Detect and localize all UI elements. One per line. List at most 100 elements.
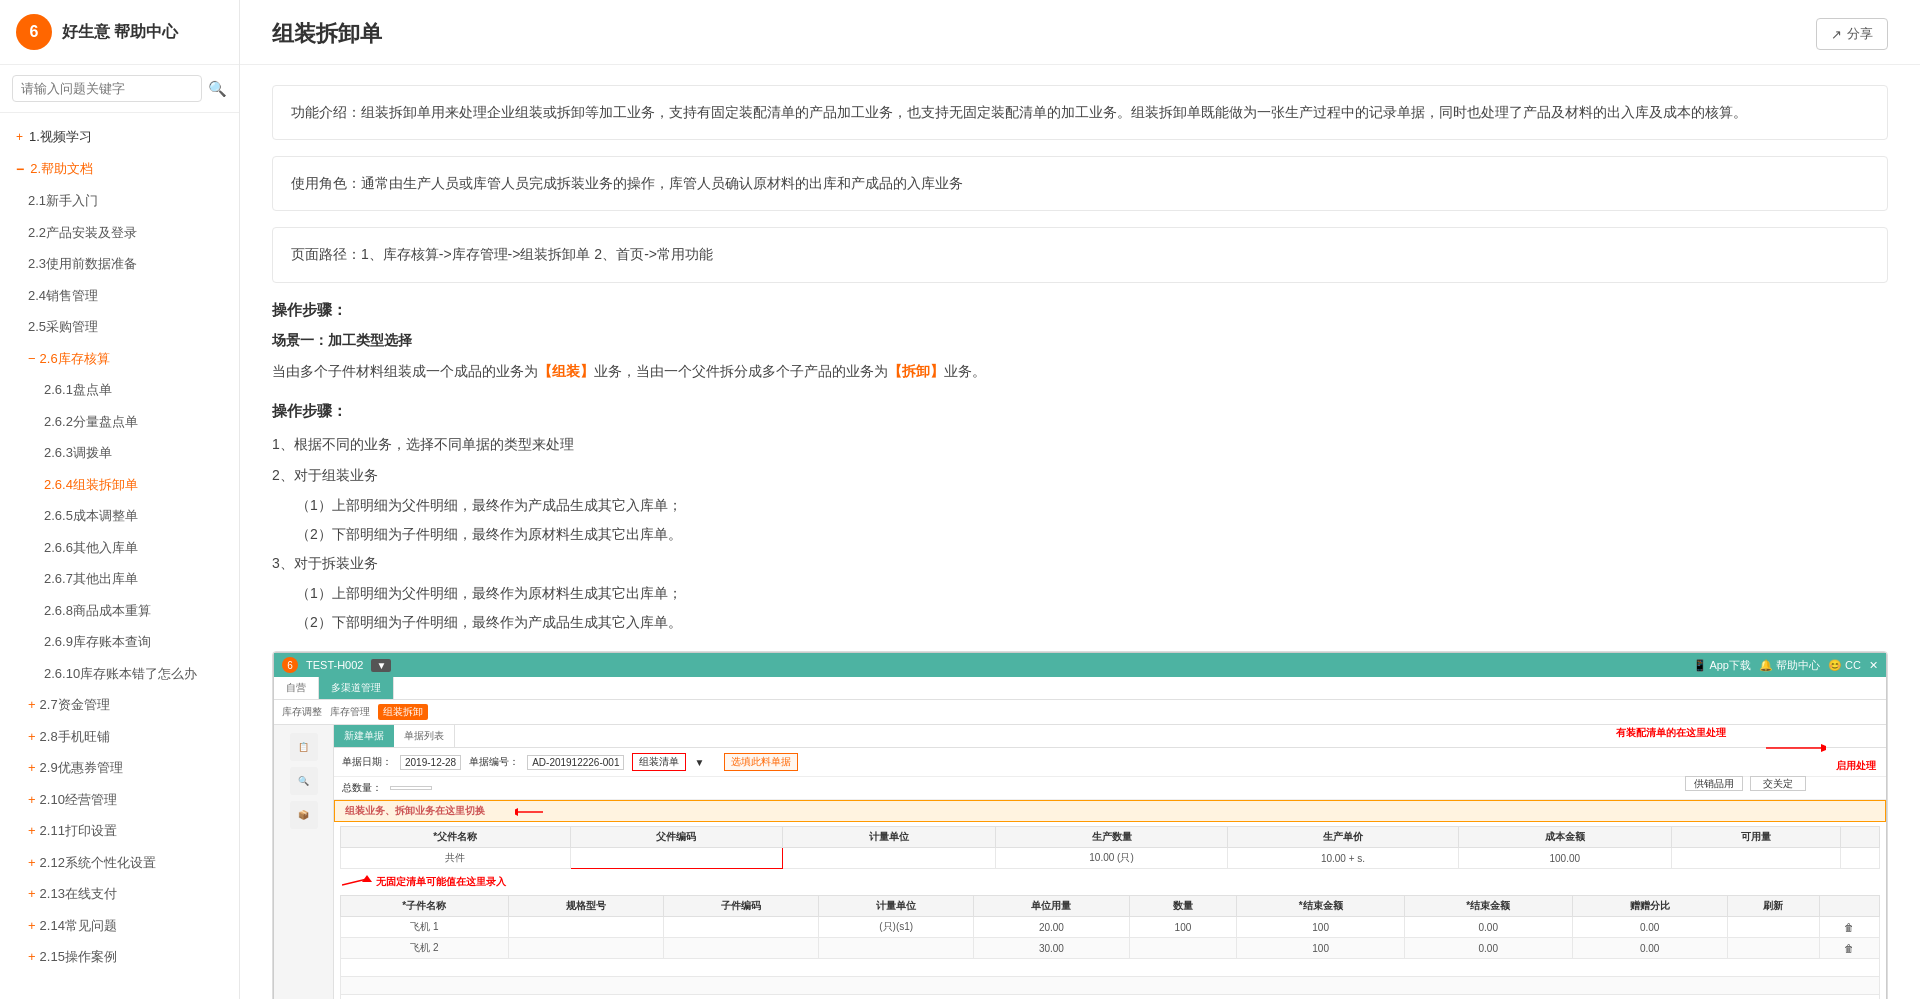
func-intro-text: 功能介绍：组装拆卸单用来处理企业组装或拆卸等加工业务，支持有固定装配清单的产品加… [291, 104, 1747, 120]
mock-form-date-label: 单据日期： [342, 755, 392, 769]
mock-annotated-field[interactable]: 组装清单 [632, 753, 686, 771]
sidebar-item-help-docs[interactable]: − 2.帮助文档 [0, 153, 239, 185]
content-area: 功能介绍：组装拆卸单用来处理企业组装或拆卸等加工业务，支持有固定装配清单的产品加… [240, 65, 1920, 999]
mock-orange-banner: 组装业务、拆卸业务在这里切换 [334, 800, 1886, 822]
mock-annotated-select[interactable]: ▼ [694, 757, 704, 768]
th-cost2: *结束金额 [1404, 896, 1572, 917]
th-qty: 生产数量 [995, 827, 1227, 848]
cell-cost: 100.00 [1458, 848, 1671, 869]
cell-sub-act: 🗑 [1819, 917, 1879, 938]
mock-active-tool[interactable]: 组装拆卸 [378, 704, 428, 720]
page-title: 组装拆卸单 [272, 19, 382, 49]
mock-tab-multi[interactable]: 多渠道管理 [319, 677, 394, 699]
mock-enable-btn[interactable]: 交关定 [1750, 776, 1806, 791]
sidebar-item-personalization[interactable]: +2.12系统个性化设置 [28, 847, 239, 879]
cell-sub-name2: 飞机 2 [341, 938, 509, 959]
search-input[interactable] [12, 75, 202, 102]
mock-enable-input[interactable]: 供销品用 [1685, 776, 1743, 791]
sidebar-item-print[interactable]: +2.11打印设置 [28, 815, 239, 847]
mock-tab-self[interactable]: 自营 [274, 677, 319, 699]
mock-toolbar-label2: 库存管理 [330, 705, 370, 719]
mock-icon-btn-3[interactable]: 📦 [290, 801, 318, 829]
sidebar-item-cost-recalc[interactable]: 2.6.8商品成本重算 [44, 595, 239, 627]
steps-heading: 操作步骤： [272, 402, 1888, 421]
th-sub-name: *子件名称 [341, 896, 509, 917]
mock-form-batchno-label: 单据编号： [469, 755, 519, 769]
mock-sub-tab-list[interactable]: 单据列表 [394, 725, 455, 747]
sidebar-item-partial-stock[interactable]: 2.6.2分量盘点单 [44, 406, 239, 438]
sidebar-item-video[interactable]: + 1.视频学习 [0, 121, 239, 153]
mock-toolbar: 库存调整 库存管理 组装拆卸 [274, 700, 1886, 725]
sidebar-item-mobile[interactable]: +2.8手机旺铺 [28, 721, 239, 753]
cell-sub-unit2 [819, 938, 974, 959]
sidebar-item-faq[interactable]: +2.14常见问题 [28, 910, 239, 942]
cell-ops [1840, 848, 1879, 869]
cell-sub-unit: (只)(s1) [819, 917, 974, 938]
mock-close-btn[interactable]: ✕ [1869, 659, 1878, 672]
sidebar-item-inventory[interactable]: −2.6库存核算 [28, 343, 239, 375]
cell-sub-refresh [1727, 917, 1819, 938]
sidebar-item-ops[interactable]: +2.10经营管理 [28, 784, 239, 816]
sidebar-item-online-pay[interactable]: +2.13在线支付 [28, 878, 239, 910]
step3b: （2）下部明细为子件明细，最终作为产成品生成其它入库单。 [272, 609, 1888, 636]
nav-sub-inventory: 2.6.1盘点单 2.6.2分量盘点单 2.6.3调拨单 2.6.4组装拆卸单 … [28, 374, 239, 689]
page-path-block: 页面路径：1、库存核算->库存管理->组装拆卸单 2、首页->常用功能 [272, 227, 1888, 282]
sidebar-item-finance[interactable]: +2.7资金管理 [28, 689, 239, 721]
cell-sub-name: 飞机 1 [341, 917, 509, 938]
mock-upper-table: *父件名称 父件编码 计量单位 生产数量 生产单价 成本金额 可用量 [340, 826, 1880, 869]
sidebar-item-other-inbound[interactable]: 2.6.6其他入库单 [44, 532, 239, 564]
mock-icon-btn-2[interactable]: 🔍 [290, 767, 318, 795]
mock-qty-label: 总数量： [342, 781, 382, 795]
sidebar-item-cases[interactable]: +2.15操作案例 [28, 941, 239, 973]
sidebar-item-assembly[interactable]: 2.6.4组装拆卸单 [44, 469, 239, 501]
cell-price: 10.00 + s. [1228, 848, 1459, 869]
sidebar-item-purchase[interactable]: 2.5采购管理 [28, 311, 239, 343]
sidebar-item-install[interactable]: 2.2产品安装及登录 [28, 217, 239, 249]
sidebar-item-beginner[interactable]: 2.1新手入门 [28, 185, 239, 217]
mock-app-name: TEST-H002 [306, 659, 363, 671]
sidebar-item-stock-ledger[interactable]: 2.6.9库存账本查询 [44, 626, 239, 658]
mock-icon-btn-1[interactable]: 📋 [290, 733, 318, 761]
mock-upper-table-wrap: *父件名称 父件编码 计量单位 生产数量 生产单价 成本金额 可用量 [334, 822, 1886, 873]
sidebar-item-transfer[interactable]: 2.6.3调拨单 [44, 437, 239, 469]
sidebar-item-stocktake[interactable]: 2.6.1盘点单 [44, 374, 239, 406]
disassembly-label: 【拆卸】 [888, 363, 944, 379]
th-num: 数量 [1129, 896, 1237, 917]
table-row: 飞机 2 30.00 100 0.00 0.00 [341, 938, 1880, 959]
func-intro-block: 功能介绍：组装拆卸单用来处理企业组装或拆卸等加工业务，支持有固定装配清单的产品加… [272, 85, 1888, 140]
app-logo-icon: 6 [282, 657, 298, 673]
mock-form-batchno[interactable]: AD-201912226-001 [527, 755, 624, 770]
th-avail: 可用量 [1671, 827, 1840, 848]
cell-sub-spec2 [508, 938, 663, 959]
mock-form-date[interactable]: 2019-12-28 [400, 755, 461, 770]
page-path-text: 页面路径：1、库存核算->库存管理->组装拆卸单 2、首页->常用功能 [291, 246, 713, 262]
th-sub-unit: 计量单位 [819, 896, 974, 917]
share-icon: ↗ [1831, 27, 1842, 42]
sidebar-item-sales[interactable]: 2.4销售管理 [28, 280, 239, 312]
mock-app-store: 📱 App下载 [1693, 658, 1751, 673]
sidebar-item-other-outbound[interactable]: 2.6.7其他出库单 [44, 563, 239, 595]
cell-qty: 10.00 (只) [995, 848, 1227, 869]
mock-tab-bar: 自营 多渠道管理 [274, 677, 1886, 700]
sidebar-item-data-prep[interactable]: 2.3使用前数据准备 [28, 248, 239, 280]
mock-sub-tab-new[interactable]: 新建单据 [334, 725, 394, 747]
table-row: 飞机 1 (只)(s1) 20.00 100 100 0.00 0.00 [341, 917, 1880, 938]
cell-sub-num2 [1129, 938, 1237, 959]
th-spec: 规格型号 [508, 896, 663, 917]
annotation-enable-area: 供销品用 交关定 [1685, 777, 1806, 791]
share-button[interactable]: ↗ 分享 [1816, 18, 1888, 50]
step2a: （1）上部明细为父件明细，最终作为产成品生成其它入库单； [272, 492, 1888, 519]
mock-right-content: 新建单据 单据列表 单据日期： 2019-12-28 单据编号： AD-2019… [334, 725, 1886, 999]
cell-sub-cost1: 100 [1237, 917, 1405, 938]
mock-lower-table-wrap: *子件名称 规格型号 子件编码 计量单位 单位用量 数量 *结束金额 *结束金额 [334, 891, 1886, 999]
th-sub-code: 子件编码 [663, 896, 818, 917]
sidebar-item-cost-adjust[interactable]: 2.6.5成本调整单 [44, 500, 239, 532]
search-icon[interactable]: 🔍 [208, 80, 227, 98]
mock-qty-input[interactable] [390, 786, 432, 790]
mock-form-row2: 总数量： 供销品用 交关定 启用处理 [334, 777, 1886, 800]
sidebar-item-stock-error[interactable]: 2.6.10库存账本错了怎么办 [44, 658, 239, 690]
user-role-text: 使用角色：通常由生产人员或库管人员完成拆装业务的操作，库管人员确认原材料的出库和… [291, 175, 963, 191]
cell-sub-code [663, 917, 818, 938]
mock-optional-btn[interactable]: 选填此料单据 [724, 753, 798, 771]
sidebar-item-coupon[interactable]: +2.9优惠券管理 [28, 752, 239, 784]
